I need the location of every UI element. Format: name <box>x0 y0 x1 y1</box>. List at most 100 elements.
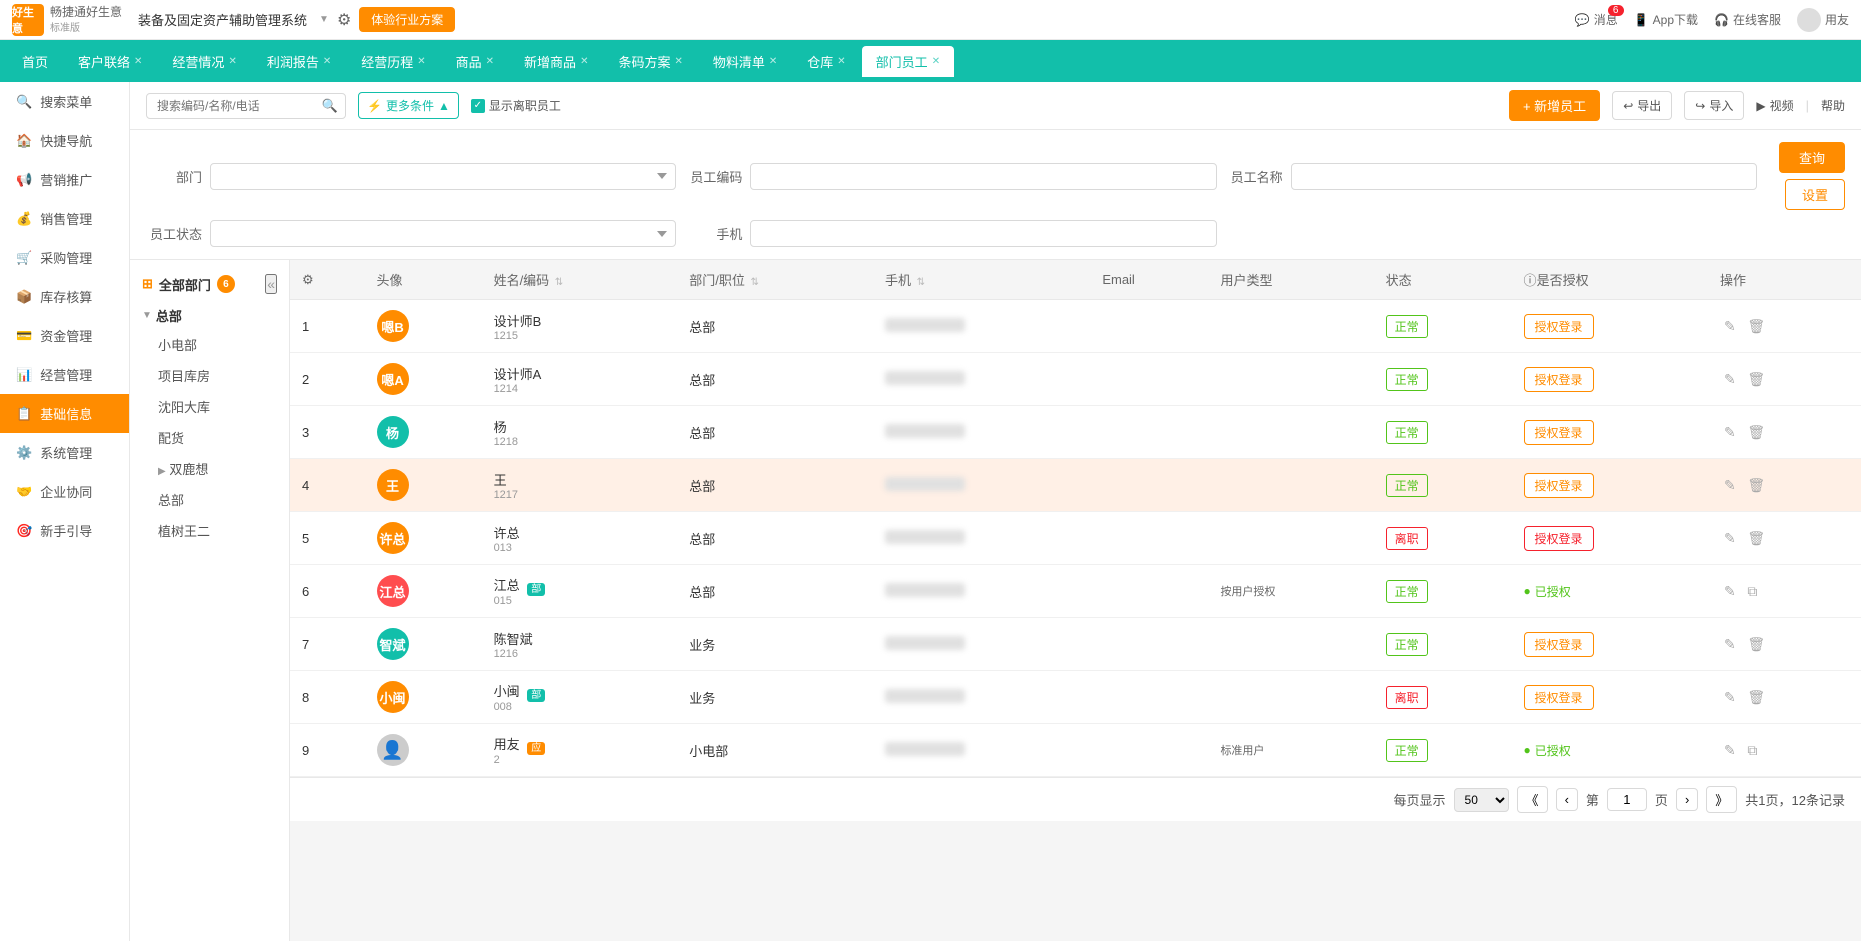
auth-login-button-red[interactable]: 授权登录 <box>1524 526 1594 551</box>
auth-login-button[interactable]: 授权登录 <box>1524 420 1594 445</box>
sidebar-item-nav[interactable]: 🏠 快捷导航 <box>0 121 129 160</box>
edit-button[interactable]: ✎ <box>1720 740 1740 761</box>
last-page-btn[interactable]: 》 <box>1706 786 1737 813</box>
tab-business[interactable]: 经营情况 ✕ <box>158 46 250 77</box>
dept-item-shenyang[interactable]: 沈阳大库 <box>138 391 289 422</box>
copy-button[interactable]: ⧉ <box>1743 581 1761 602</box>
phone-input[interactable] <box>750 220 1216 247</box>
tab-customer[interactable]: 客户联络 ✕ <box>64 46 156 77</box>
collapse-tree-btn[interactable]: « <box>265 274 277 294</box>
edit-button[interactable]: ✎ <box>1720 475 1740 496</box>
edit-button[interactable]: ✎ <box>1720 528 1740 549</box>
close-icon[interactable]: ✕ <box>674 56 682 67</box>
tab-profit[interactable]: 利润报告 ✕ <box>253 46 345 77</box>
dept-group-general[interactable]: ▼ 总部 <box>130 300 289 329</box>
column-settings-icon[interactable]: ⚙ <box>302 272 314 287</box>
close-icon[interactable]: ✕ <box>769 56 777 67</box>
show-resigned-checkbox[interactable]: ✓ <box>471 99 485 113</box>
edit-button[interactable]: ✎ <box>1720 422 1740 443</box>
settings-icon[interactable]: ⚙ <box>337 10 351 30</box>
user-btn[interactable]: 用友 <box>1797 8 1849 32</box>
tab-dept-emp[interactable]: 部门员工 ✕ <box>862 46 954 77</box>
page-size-select[interactable]: 50 100 <box>1454 788 1509 812</box>
th-dept[interactable]: 部门/职位 ⇅ <box>677 260 873 300</box>
prev-page-btn[interactable]: ‹ <box>1556 788 1578 811</box>
delete-button[interactable]: 🗑 <box>1743 634 1769 655</box>
edit-button[interactable]: ✎ <box>1720 369 1740 390</box>
tab-home[interactable]: 首页 <box>8 46 62 77</box>
sidebar-item-finance[interactable]: 💳 资金管理 <box>0 316 129 355</box>
th-phone[interactable]: 手机 ⇅ <box>873 260 1090 300</box>
close-icon[interactable]: ✕ <box>228 56 236 67</box>
delete-button[interactable]: 🗑 <box>1743 316 1769 337</box>
add-employee-button[interactable]: + 新增员工 <box>1509 90 1600 121</box>
show-resigned-wrap[interactable]: ✓ 显示离职员工 <box>471 97 561 114</box>
sidebar-item-search[interactable]: 🔍 搜索菜单 <box>0 82 129 121</box>
close-icon[interactable]: ✕ <box>932 56 940 67</box>
dept-item-xiaodian[interactable]: 小电部 <box>138 329 289 360</box>
close-icon[interactable]: ✕ <box>323 56 331 67</box>
system-dropdown-icon[interactable]: ▼ <box>319 14 329 25</box>
tab-warehouse[interactable]: 仓库 ✕ <box>793 46 859 77</box>
sidebar-item-basic[interactable]: 📋 基础信息 <box>0 394 129 433</box>
emp-code-input[interactable] <box>750 163 1216 190</box>
close-icon[interactable]: ✕ <box>837 56 845 67</box>
notification-btn[interactable]: 💬 消息 6 <box>1575 11 1618 28</box>
sidebar-item-marketing[interactable]: 📢 营销推广 <box>0 160 129 199</box>
tab-history[interactable]: 经营历程 ✕ <box>347 46 439 77</box>
help-button[interactable]: 帮助 <box>1821 97 1845 114</box>
tab-add-goods[interactable]: 新增商品 ✕ <box>510 46 602 77</box>
close-icon[interactable]: ✕ <box>486 56 494 67</box>
close-icon[interactable]: ✕ <box>580 56 588 67</box>
dept-item-zongbu[interactable]: 总部 <box>138 484 289 515</box>
copy-button[interactable]: ⧉ <box>1743 740 1761 761</box>
delete-button[interactable]: 🗑 <box>1743 528 1769 549</box>
edit-button[interactable]: ✎ <box>1720 687 1740 708</box>
page-number-input[interactable] <box>1607 788 1647 811</box>
more-filter-btn[interactable]: ⚡ 更多条件 ▲ <box>358 92 459 119</box>
dept-filter-select[interactable] <box>210 163 676 190</box>
set-button[interactable]: 设置 <box>1785 179 1845 210</box>
emp-status-select[interactable] <box>210 220 676 247</box>
app-download-btn[interactable]: 📱 App下载 <box>1634 11 1698 28</box>
edit-button[interactable]: ✎ <box>1720 581 1740 602</box>
close-icon[interactable]: ✕ <box>417 56 425 67</box>
th-name[interactable]: 姓名/编码 ⇅ <box>482 260 678 300</box>
next-page-btn[interactable]: › <box>1676 788 1698 811</box>
import-button[interactable]: ↪ 导入 <box>1684 91 1744 120</box>
delete-button[interactable]: 🗑 <box>1743 369 1769 390</box>
first-page-btn[interactable]: 《 <box>1517 786 1548 813</box>
delete-button[interactable]: 🗑 <box>1743 687 1769 708</box>
sidebar-item-operation[interactable]: 📊 经营管理 <box>0 355 129 394</box>
auth-login-button[interactable]: 授权登录 <box>1524 367 1594 392</box>
sidebar-item-collab[interactable]: 🤝 企业协同 <box>0 472 129 511</box>
sidebar-item-purchase[interactable]: 🛒 采购管理 <box>0 238 129 277</box>
export-button[interactable]: ↩ 导出 <box>1612 91 1672 120</box>
tab-barcode[interactable]: 条码方案 ✕ <box>604 46 696 77</box>
dept-item-zhishu[interactable]: 植树王二 <box>138 515 289 546</box>
auth-login-button[interactable]: 授权登录 <box>1524 685 1594 710</box>
auth-login-button[interactable]: 授权登录 <box>1524 473 1594 498</box>
search-submit-icon[interactable]: 🔍 <box>322 98 338 114</box>
tab-bom[interactable]: 物料清单 ✕ <box>699 46 791 77</box>
edit-button[interactable]: ✎ <box>1720 634 1740 655</box>
dept-item-shuanglu[interactable]: ▶ 双鹿想 <box>138 453 289 484</box>
delete-button[interactable]: 🗑 <box>1743 475 1769 496</box>
emp-name-input[interactable] <box>1291 163 1757 190</box>
query-button[interactable]: 查询 <box>1779 142 1845 173</box>
close-icon[interactable]: ✕ <box>134 56 142 67</box>
search-input[interactable] <box>146 93 346 119</box>
online-service-btn[interactable]: 🎧 在线客服 <box>1714 11 1781 28</box>
sidebar-item-inventory[interactable]: 📦 库存核算 <box>0 277 129 316</box>
tab-goods[interactable]: 商品 ✕ <box>442 46 508 77</box>
th-settings[interactable]: ⚙ <box>290 260 365 300</box>
sidebar-item-system[interactable]: ⚙️ 系统管理 <box>0 433 129 472</box>
sidebar-item-guide[interactable]: 🎯 新手引导 <box>0 511 129 550</box>
view-button[interactable]: ▶ 视频 <box>1756 97 1793 114</box>
sidebar-item-sales[interactable]: 💰 销售管理 <box>0 199 129 238</box>
auth-login-button[interactable]: 授权登录 <box>1524 314 1594 339</box>
dept-item-peihuo[interactable]: 配货 <box>138 422 289 453</box>
edit-button[interactable]: ✎ <box>1720 316 1740 337</box>
trial-button[interactable]: 体验行业方案 <box>359 7 455 32</box>
auth-login-button[interactable]: 授权登录 <box>1524 632 1594 657</box>
